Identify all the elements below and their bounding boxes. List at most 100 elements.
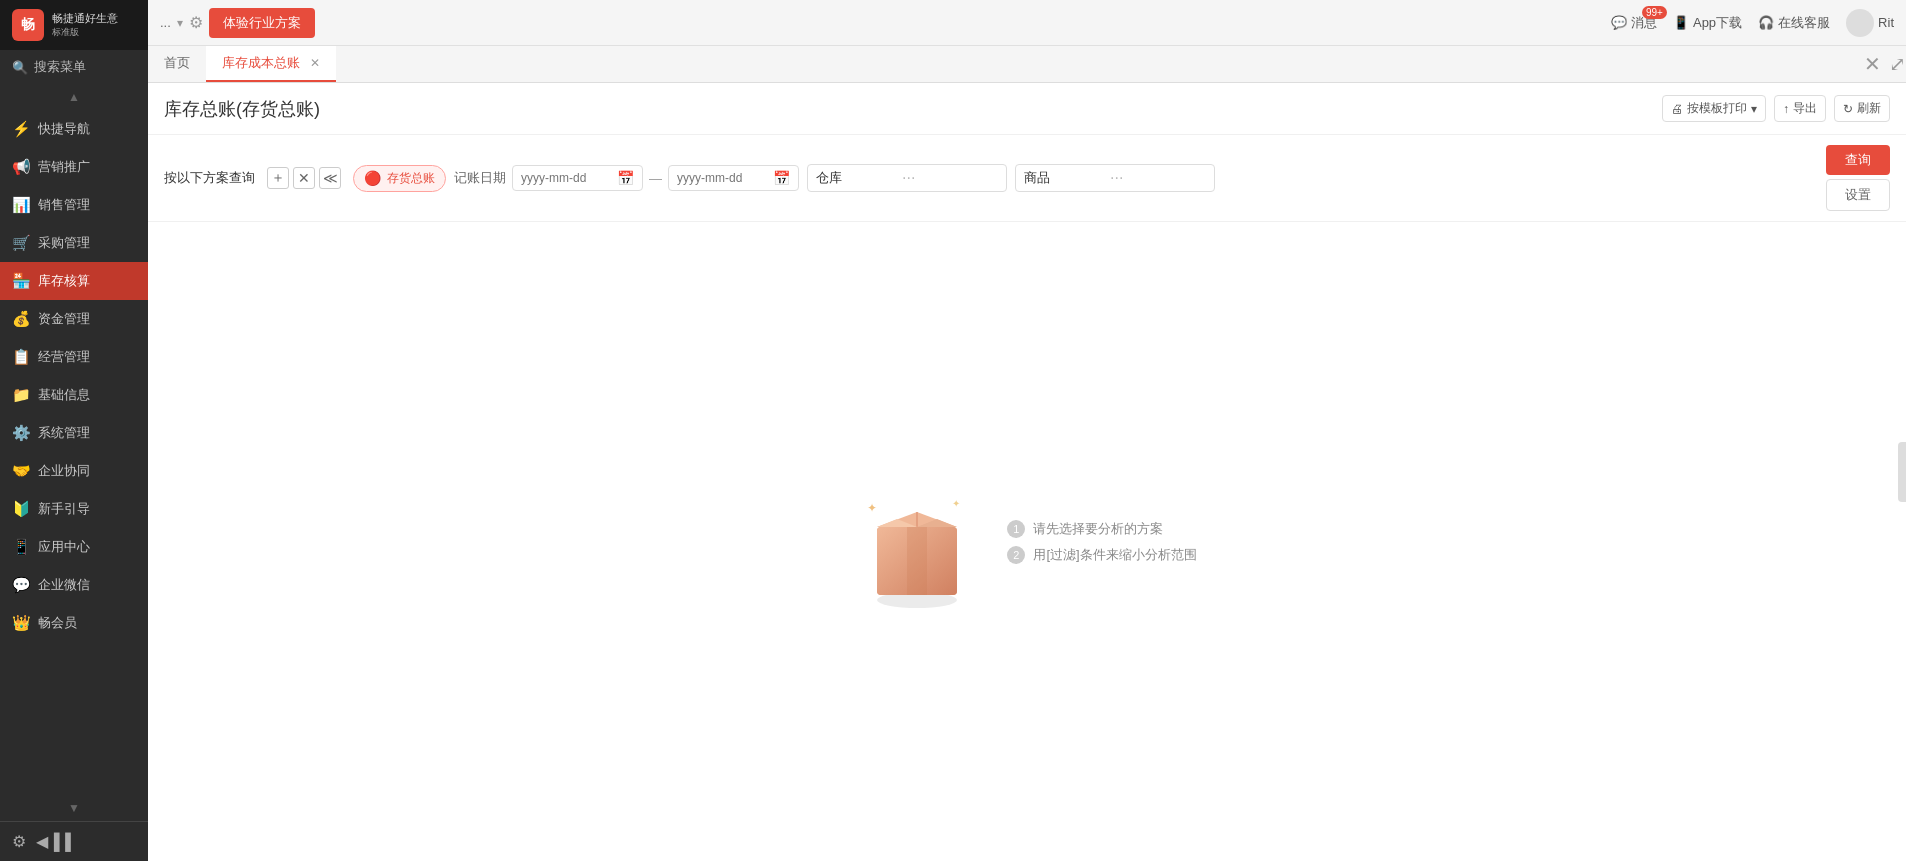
date-start-input-wrap[interactable]: 📅 bbox=[512, 165, 643, 191]
page-collapse-button[interactable]: ✕ ⤢ bbox=[1864, 52, 1906, 76]
sidebar-item-quick-nav[interactable]: ⚡ 快捷导航 bbox=[0, 110, 148, 148]
date-start-input[interactable] bbox=[521, 171, 611, 185]
appstore-icon: 📱 bbox=[12, 538, 30, 556]
scroll-down-arrow[interactable]: ▼ bbox=[0, 795, 148, 821]
online-service-button[interactable]: 🎧 在线客服 bbox=[1758, 14, 1830, 32]
inventory-icon: 🏪 bbox=[12, 272, 30, 290]
user-avatar-area[interactable]: Rit bbox=[1846, 9, 1894, 37]
sidebar-item-vip[interactable]: 👑 畅会员 bbox=[0, 604, 148, 642]
main-area: ... ▾ ⚙ 体验行业方案 💬 消息 99+ 📱 App下载 🎧 在线客服 R… bbox=[148, 0, 1906, 861]
speaker-icon[interactable]: ◀▐▐ bbox=[36, 832, 71, 851]
filter-buttons: 查询 设置 bbox=[1826, 145, 1890, 211]
goods-select[interactable]: 商品 ··· bbox=[1015, 164, 1215, 192]
sidebar-item-label: 经营管理 bbox=[38, 348, 90, 366]
tab-home[interactable]: 首页 bbox=[148, 46, 206, 82]
sidebar-item-newbie[interactable]: 🔰 新手引导 bbox=[0, 490, 148, 528]
sidebar-item-wechat[interactable]: 💬 企业微信 bbox=[0, 566, 148, 604]
calendar-start-icon[interactable]: 📅 bbox=[617, 170, 634, 186]
sidebar-item-marketing[interactable]: 📢 营销推广 bbox=[0, 148, 148, 186]
query-button[interactable]: 查询 bbox=[1826, 145, 1890, 175]
settings-bottom-icon[interactable]: ⚙ bbox=[12, 832, 26, 851]
filter-collapse-button[interactable]: ≪ bbox=[319, 167, 341, 189]
export-label: 导出 bbox=[1793, 100, 1817, 117]
print-icon: 🖨 bbox=[1671, 102, 1683, 116]
expand-icon: ⤢ bbox=[1889, 52, 1906, 76]
sidebar-item-label: 基础信息 bbox=[38, 386, 90, 404]
export-button[interactable]: ↑ 导出 bbox=[1774, 95, 1826, 122]
filter-label: 按以下方案查询 bbox=[164, 169, 255, 187]
sidebar-item-operation[interactable]: 📋 经营管理 bbox=[0, 338, 148, 376]
page-header-actions: 🖨 按模板打印 ▾ ↑ 导出 ↻ 刷新 bbox=[1662, 95, 1890, 122]
sidebar-item-purchase[interactable]: 🛒 采购管理 bbox=[0, 224, 148, 262]
finance-icon: 💰 bbox=[12, 310, 30, 328]
date-end-input-wrap[interactable]: 📅 bbox=[668, 165, 799, 191]
breadcrumb-text: ... bbox=[160, 15, 171, 30]
logo-edition: 标准版 bbox=[52, 26, 118, 39]
search-icon: 🔍 bbox=[12, 60, 28, 75]
sidebar-item-label: 采购管理 bbox=[38, 234, 90, 252]
sidebar-item-system[interactable]: ⚙️ 系统管理 bbox=[0, 414, 148, 452]
filter-delete-button[interactable]: ✕ bbox=[293, 167, 315, 189]
filter-add-button[interactable]: ＋ bbox=[267, 167, 289, 189]
sidebar-item-label: 营销推广 bbox=[38, 158, 90, 176]
header-gear-icon[interactable]: ⚙ bbox=[189, 13, 203, 32]
up-chevron-icon: ▲ bbox=[68, 90, 80, 104]
warehouse-label: 仓库 bbox=[816, 169, 842, 187]
scheme-dot-icon: 🔴 bbox=[364, 170, 381, 186]
close-x-icon: ✕ bbox=[1864, 52, 1881, 76]
top-header: ... ▾ ⚙ 体验行业方案 💬 消息 99+ 📱 App下载 🎧 在线客服 R… bbox=[148, 0, 1906, 46]
filter-action-buttons: ＋ ✕ ≪ bbox=[267, 167, 341, 189]
hint-text-1: 请先选择要分析的方案 bbox=[1033, 520, 1163, 538]
industry-button[interactable]: 体验行业方案 bbox=[209, 8, 315, 38]
calendar-end-icon[interactable]: 📅 bbox=[773, 170, 790, 186]
warehouse-select[interactable]: 仓库 ··· bbox=[807, 164, 1007, 192]
tab-inventory-ledger[interactable]: 库存成本总账 ✕ bbox=[206, 46, 336, 82]
empty-hint-2: 2 用[过滤]条件来缩小分析范围 bbox=[1007, 546, 1196, 564]
sidebar-item-label: 销售管理 bbox=[38, 196, 90, 214]
sidebar-item-sales[interactable]: 📊 销售管理 bbox=[0, 186, 148, 224]
newbie-icon: 🔰 bbox=[12, 500, 30, 518]
export-icon: ↑ bbox=[1783, 102, 1789, 116]
sidebar-item-inventory[interactable]: 🏪 库存核算 bbox=[0, 262, 148, 300]
vip-icon: 👑 bbox=[12, 614, 30, 632]
sidebar-search[interactable]: 🔍 搜索菜单 bbox=[0, 50, 148, 84]
tabs-bar: 首页 库存成本总账 ✕ ✕ ⤢ bbox=[148, 46, 1906, 83]
breadcrumb-dropdown-icon[interactable]: ▾ bbox=[177, 16, 183, 30]
scroll-up-arrow[interactable]: ▲ bbox=[0, 84, 148, 110]
refresh-button[interactable]: ↻ 刷新 bbox=[1834, 95, 1890, 122]
scheme-badge[interactable]: 🔴 存货总账 bbox=[353, 165, 446, 192]
goods-more-icon[interactable]: ··· bbox=[1110, 169, 1123, 187]
user-name: Rit bbox=[1878, 15, 1894, 30]
header-right-area: 💬 消息 99+ 📱 App下载 🎧 在线客服 Rit bbox=[1611, 9, 1894, 37]
sidebar-item-appstore[interactable]: 📱 应用中心 bbox=[0, 528, 148, 566]
tab-home-label: 首页 bbox=[164, 54, 190, 72]
phone-icon: 📱 bbox=[1673, 15, 1689, 30]
sidebar-item-basic[interactable]: 📁 基础信息 bbox=[0, 376, 148, 414]
user-avatar bbox=[1846, 9, 1874, 37]
date-end-input[interactable] bbox=[677, 171, 767, 185]
print-template-button[interactable]: 🖨 按模板打印 ▾ bbox=[1662, 95, 1766, 122]
online-service-label: 在线客服 bbox=[1778, 14, 1830, 32]
sidebar-item-label: 新手引导 bbox=[38, 500, 90, 518]
page-header: 库存总账(存货总账) 🖨 按模板打印 ▾ ↑ 导出 ↻ 刷新 bbox=[148, 83, 1906, 135]
sidebar-item-label: 畅会员 bbox=[38, 614, 77, 632]
warehouse-more-icon[interactable]: ··· bbox=[902, 169, 915, 187]
empty-illustration: ✦ ✦ bbox=[857, 482, 977, 602]
filter-settings-button[interactable]: 设置 bbox=[1826, 179, 1890, 211]
hint-number-2: 2 bbox=[1007, 546, 1025, 564]
sidebar: 畅 畅捷通好生意 标准版 🔍 搜索菜单 ▲ ⚡ 快捷导航 📢 营销推广 📊 销售… bbox=[0, 0, 148, 861]
marketing-icon: 📢 bbox=[12, 158, 30, 176]
message-icon: 💬 bbox=[1611, 15, 1627, 30]
empty-box-svg: ✦ ✦ bbox=[857, 482, 977, 612]
tab-inventory-ledger-label: 库存成本总账 bbox=[222, 54, 300, 72]
sidebar-search-label: 搜索菜单 bbox=[34, 58, 86, 76]
sidebar-item-enterprise[interactable]: 🤝 企业协同 bbox=[0, 452, 148, 490]
date-label: 记账日期 bbox=[454, 169, 506, 187]
breadcrumb-area: ... ▾ ⚙ 体验行业方案 bbox=[160, 8, 1603, 38]
right-panel-indicator[interactable] bbox=[1898, 442, 1906, 502]
app-download-button[interactable]: 📱 App下载 bbox=[1673, 14, 1742, 32]
logo-icon: 畅 bbox=[12, 9, 44, 41]
sidebar-item-finance[interactable]: 💰 资金管理 bbox=[0, 300, 148, 338]
messages-button[interactable]: 💬 消息 99+ bbox=[1611, 14, 1657, 32]
tab-close-icon[interactable]: ✕ bbox=[310, 56, 320, 70]
